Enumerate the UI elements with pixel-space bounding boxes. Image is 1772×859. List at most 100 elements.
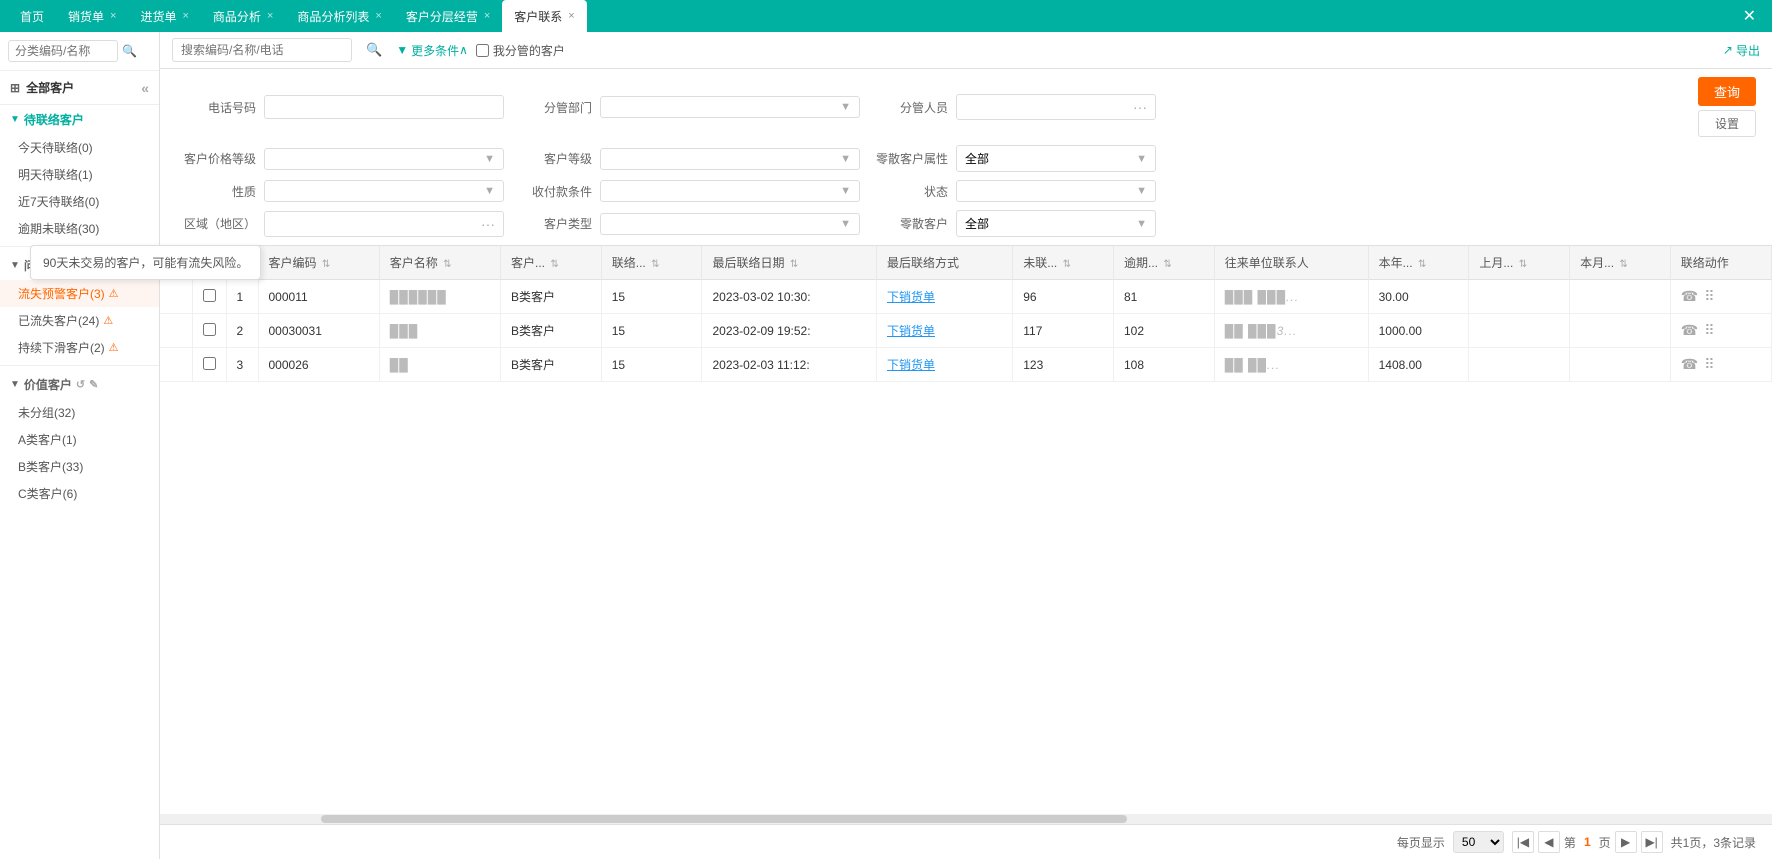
- tab-sales-close[interactable]: ×: [110, 10, 116, 22]
- tab-analysis-list-close[interactable]: ×: [375, 10, 381, 22]
- settings-btn[interactable]: 设置: [1698, 110, 1756, 137]
- per-page-select[interactable]: 50 20 100: [1453, 831, 1504, 853]
- cell-last-method-1[interactable]: 下销货单: [876, 280, 1012, 314]
- zero-customer-select[interactable]: 全部 ▼: [956, 210, 1156, 237]
- cell-action-3: ☎ ⠿: [1670, 348, 1771, 382]
- person-select[interactable]: ···: [956, 94, 1156, 120]
- sidebar-all-customers[interactable]: ⊞ 全部客户 «: [0, 71, 159, 105]
- customer-type-select[interactable]: ▼: [600, 213, 860, 235]
- last-method-link-3[interactable]: 下销货单: [887, 358, 935, 372]
- last-method-link-1[interactable]: 下销货单: [887, 290, 935, 304]
- zero-attr-select[interactable]: 全部 ▼: [956, 145, 1156, 172]
- sidebar-item-c-class[interactable]: C类客户(6): [0, 480, 159, 507]
- col-overdue-sort[interactable]: ⇅: [1163, 259, 1171, 270]
- dept-select[interactable]: ▼: [600, 96, 860, 118]
- col-this-year[interactable]: 本年... ⇅: [1368, 246, 1469, 280]
- tab-analysis-list[interactable]: 商品分析列表 ×: [285, 0, 393, 32]
- sidebar-item-b-class[interactable]: B类客户(33): [0, 453, 159, 480]
- query-btn[interactable]: 查询: [1698, 77, 1756, 106]
- action-contact-icon-1[interactable]: ☎: [1681, 288, 1698, 305]
- collapse-icon[interactable]: «: [141, 80, 149, 96]
- region-dots[interactable]: ···: [481, 216, 495, 232]
- sidebar-item-overdue[interactable]: 逾期未联络(30): [0, 215, 159, 242]
- last-method-link-2[interactable]: 下销货单: [887, 324, 935, 338]
- col-name[interactable]: 客户名称 ⇅: [379, 246, 500, 280]
- col-type-sort[interactable]: ⇅: [550, 259, 558, 270]
- sidebar-search-input[interactable]: [8, 40, 118, 62]
- tab-sales[interactable]: 销货单 ×: [56, 0, 128, 32]
- tab-analysis-close[interactable]: ×: [267, 10, 273, 22]
- col-unit-contact[interactable]: 往来单位联系人: [1214, 246, 1368, 280]
- window-close-btn[interactable]: ✕: [1735, 6, 1764, 26]
- tab-analysis[interactable]: 商品分析 ×: [201, 0, 285, 32]
- tab-customer-tier[interactable]: 客户分层经营 ×: [394, 0, 502, 32]
- horizontal-scrollbar[interactable]: [160, 814, 1772, 824]
- sidebar-item-churn-warning[interactable]: 流失预警客户(3) ⚠: [0, 280, 159, 307]
- scroll-thumb[interactable]: [321, 815, 1127, 823]
- col-code-sort[interactable]: ⇅: [322, 259, 330, 270]
- col-last-date-sort[interactable]: ⇅: [790, 259, 798, 270]
- sidebar-item-churned[interactable]: 已流失客户(24) ⚠: [0, 307, 159, 334]
- sidebar-item-a-class[interactable]: A类客户(1): [0, 426, 159, 453]
- col-last-month-sort[interactable]: ⇅: [1519, 259, 1527, 270]
- action-contact-icon-3[interactable]: ☎: [1681, 356, 1698, 373]
- sidebar-section-pending[interactable]: ▼ 待联络客户: [0, 105, 159, 134]
- row-3-checkbox[interactable]: [203, 357, 216, 370]
- col-this-month[interactable]: 本月... ⇅: [1570, 246, 1671, 280]
- first-page-btn[interactable]: |◀: [1512, 831, 1534, 853]
- tab-customer-contact-close[interactable]: ×: [568, 10, 574, 22]
- sidebar-item-today[interactable]: 今天待联络(0): [0, 134, 159, 161]
- last-page-btn[interactable]: ▶|: [1641, 831, 1663, 853]
- cell-last-method-2[interactable]: 下销货单: [876, 314, 1012, 348]
- toolbar-search-input[interactable]: [172, 38, 352, 62]
- action-more-icon-2[interactable]: ⠿: [1704, 322, 1714, 339]
- col-last-contact-method[interactable]: 最后联络方式: [876, 246, 1012, 280]
- price-grade-select[interactable]: ▼: [264, 148, 504, 170]
- col-uncontacted[interactable]: 未联... ⇅: [1013, 246, 1114, 280]
- customer-grade-select[interactable]: ▼: [600, 148, 860, 170]
- status-select[interactable]: ▼: [956, 180, 1156, 202]
- nature-select[interactable]: ▼: [264, 180, 504, 202]
- tab-home[interactable]: 首页: [8, 0, 56, 32]
- sidebar-item-ungrouped[interactable]: 未分组(32): [0, 399, 159, 426]
- payment-select[interactable]: ▼: [600, 180, 860, 202]
- cell-this-month-2: [1570, 314, 1671, 348]
- my-customers-checkbox[interactable]: [476, 44, 489, 57]
- col-this-month-sort[interactable]: ⇅: [1619, 259, 1627, 270]
- tab-customer-tier-close[interactable]: ×: [484, 10, 490, 22]
- toolbar-search-btn[interactable]: 🔍: [360, 40, 388, 60]
- refresh-icon[interactable]: ↺: [76, 378, 85, 391]
- tab-purchase-close[interactable]: ×: [182, 10, 188, 22]
- action-more-icon-3[interactable]: ⠿: [1704, 356, 1714, 373]
- col-name-sort[interactable]: ⇅: [443, 259, 451, 270]
- person-dots[interactable]: ···: [1133, 99, 1147, 115]
- col-last-month[interactable]: 上月... ⇅: [1469, 246, 1570, 280]
- col-last-contact-date[interactable]: 最后联络日期 ⇅: [702, 246, 877, 280]
- edit-icon[interactable]: ✎: [89, 378, 98, 391]
- sidebar-item-declining[interactable]: 持续下滑客户(2) ⚠: [0, 334, 159, 361]
- more-conditions-btn[interactable]: ▼ 更多条件 ∧: [396, 42, 468, 59]
- cell-last-method-3[interactable]: 下销货单: [876, 348, 1012, 382]
- sidebar-section-value[interactable]: ▼ 价值客户 ↺ ✎: [0, 370, 159, 399]
- action-contact-icon-2[interactable]: ☎: [1681, 322, 1698, 339]
- col-this-year-sort[interactable]: ⇅: [1418, 259, 1426, 270]
- col-overdue[interactable]: 逾期... ⇅: [1113, 246, 1214, 280]
- col-code[interactable]: 客户编码 ⇅: [258, 246, 379, 280]
- region-select[interactable]: ···: [264, 211, 504, 237]
- prev-page-btn[interactable]: ◀: [1538, 831, 1560, 853]
- sidebar-search-icon[interactable]: 🔍: [122, 44, 137, 58]
- col-type[interactable]: 客户... ⇅: [501, 246, 602, 280]
- row-2-checkbox[interactable]: [203, 323, 216, 336]
- export-btn[interactable]: ↗ 导出: [1723, 42, 1760, 59]
- col-uncontacted-sort[interactable]: ⇅: [1063, 259, 1071, 270]
- sidebar-item-tomorrow[interactable]: 明天待联络(1): [0, 161, 159, 188]
- phone-input[interactable]: [264, 95, 504, 119]
- next-page-btn[interactable]: ▶: [1615, 831, 1637, 853]
- action-more-icon-1[interactable]: ⠿: [1704, 288, 1714, 305]
- col-contact-sort[interactable]: ⇅: [651, 259, 659, 270]
- tab-customer-contact[interactable]: 客户联系 ×: [502, 0, 586, 32]
- sidebar-item-week[interactable]: 近7天待联络(0): [0, 188, 159, 215]
- row-1-checkbox[interactable]: [203, 289, 216, 302]
- col-contact[interactable]: 联络... ⇅: [601, 246, 702, 280]
- tab-purchase[interactable]: 进货单 ×: [128, 0, 200, 32]
